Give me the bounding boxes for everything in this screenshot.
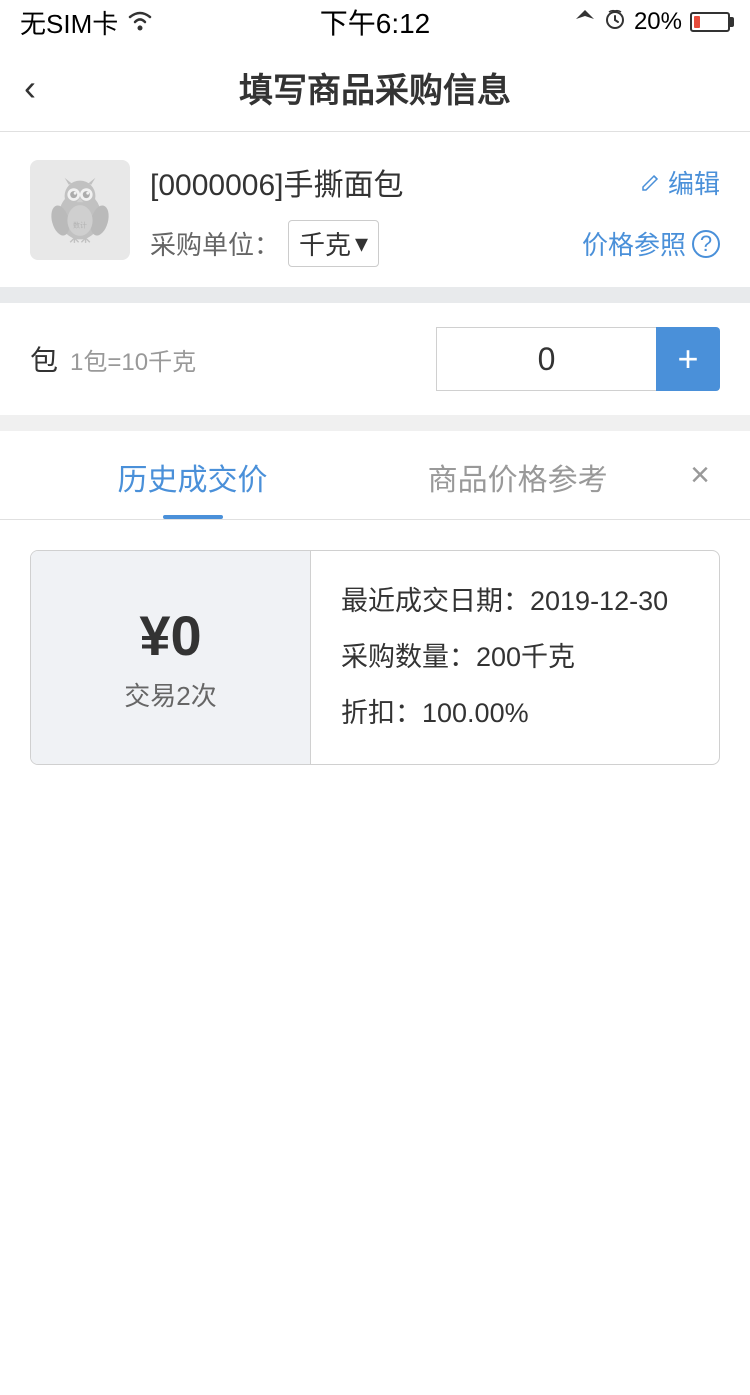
carrier-text: 无SIM卡	[20, 4, 118, 41]
card-list: ¥0 交易2次 最近成交日期：2019-12-30 采购数量：200千克 折扣：…	[0, 520, 750, 795]
unit-badge: 包	[30, 339, 58, 379]
location-icon	[574, 8, 596, 37]
quantity-plus-button[interactable]: +	[656, 327, 720, 391]
status-right: 20%	[574, 8, 730, 37]
dropdown-arrow-icon: ▾	[355, 228, 368, 259]
card-right: 最近成交日期：2019-12-30 采购数量：200千克 折扣：100.00%	[311, 551, 719, 764]
price-amount: ¥0	[139, 603, 201, 668]
edit-link[interactable]: 编辑	[640, 164, 720, 201]
product-name: [0000006]手撕面包	[150, 160, 403, 204]
battery-percent: 20%	[634, 8, 682, 36]
status-bar: 无SIM卡 下午6:12 20%	[0, 0, 750, 44]
tabs-container: 历史成交价 商品价格参考 × ¥0 交易2次 最近成交日期：2019-12-30…	[0, 431, 750, 795]
page-title: 填写商品采购信息	[239, 63, 511, 112]
purchase-unit-label: 采购单位：	[150, 225, 280, 262]
price-card: ¥0 交易2次 最近成交日期：2019-12-30 采购数量：200千克 折扣：…	[30, 550, 720, 765]
battery-icon	[690, 12, 730, 32]
tabs-header: 历史成交价 商品价格参考 ×	[0, 431, 750, 520]
section-divider	[0, 287, 750, 303]
wifi-icon	[126, 7, 154, 38]
quantity-row-detail: 采购数量：200千克	[341, 639, 689, 677]
status-time: 下午6:12	[320, 2, 431, 42]
quantity-input[interactable]	[436, 327, 656, 391]
recent-date-row: 最近成交日期：2019-12-30	[341, 583, 689, 621]
product-thumbnail: 数计	[30, 160, 130, 260]
trade-count: 交易2次	[124, 676, 216, 713]
product-info: [0000006]手撕面包 编辑 采购单位： 千克 ▾	[150, 160, 720, 267]
svg-text:数计: 数计	[73, 221, 87, 230]
discount-row: 折扣：100.00%	[341, 695, 689, 733]
card-left: ¥0 交易2次	[31, 551, 311, 764]
unit-select[interactable]: 千克 ▾	[288, 220, 379, 267]
help-icon: ?	[692, 230, 720, 258]
back-button[interactable]: ‹	[24, 67, 36, 109]
unit-info: 包 1包=10千克	[30, 339, 196, 379]
unit-conversion: 1包=10千克	[70, 342, 196, 377]
status-left: 无SIM卡	[20, 4, 154, 41]
alarm-icon	[604, 8, 626, 37]
tab-product-price-ref[interactable]: 商品价格参考	[355, 431, 680, 519]
quantity-input-group: +	[436, 327, 720, 391]
white-space	[0, 795, 750, 1395]
price-ref-link[interactable]: 价格参照 ?	[582, 225, 720, 262]
product-section: 数计 [0000006]手撕面包 编辑 采购单位：	[0, 132, 750, 287]
quantity-row: 包 1包=10千克 +	[0, 303, 750, 415]
tab-history-price[interactable]: 历史成交价	[30, 431, 355, 519]
nav-bar: ‹ 填写商品采购信息	[0, 44, 750, 132]
tab-close-button[interactable]: ×	[680, 436, 720, 515]
